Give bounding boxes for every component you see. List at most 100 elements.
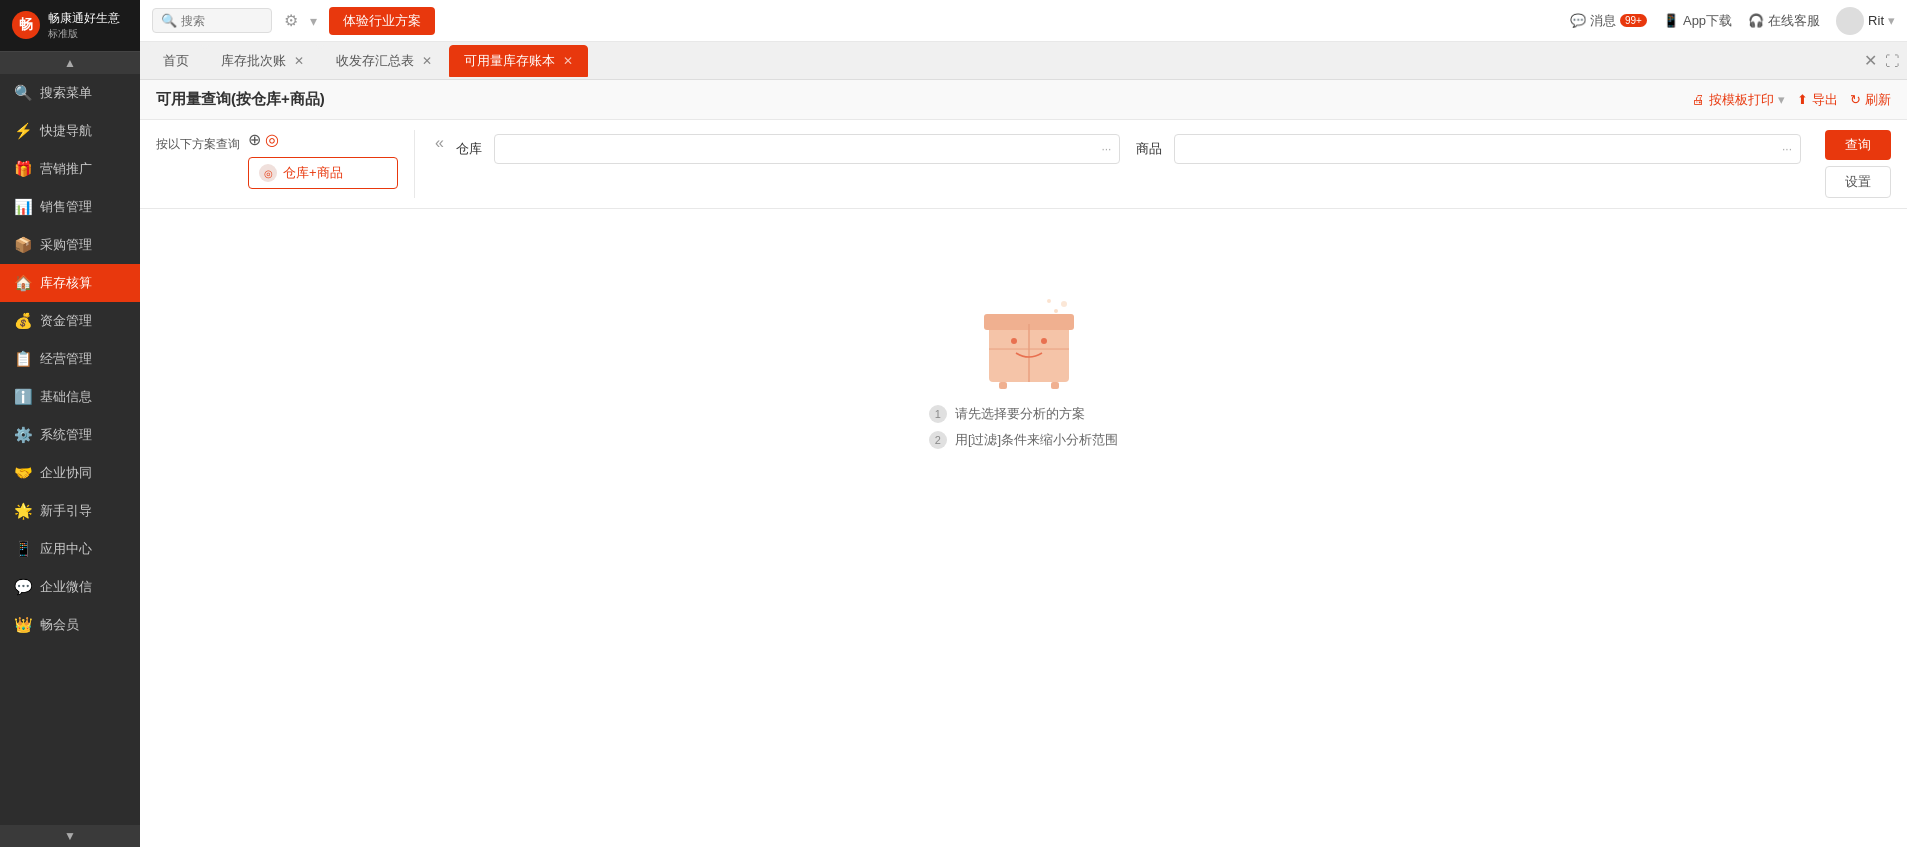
svg-point-8 (1054, 309, 1058, 313)
topbar-gear-icon[interactable]: ⚙ (280, 7, 302, 34)
tabs-actions: ✕ ⛶ (1864, 51, 1899, 70)
scheme-warehouse-goods[interactable]: ◎ 仓库+商品 (248, 157, 398, 189)
sidebar-item-app-center[interactable]: 📱 应用中心 (0, 530, 140, 568)
empty-hints: 1 请先选择要分析的方案 2 用[过滤]条件来缩小分析范围 (929, 405, 1118, 449)
tab-receive-summary-close[interactable]: ✕ (422, 55, 432, 67)
topbar-dropdown-icon[interactable]: ▾ (310, 13, 317, 29)
tab-receive-summary[interactable]: 收发存汇总表 ✕ (321, 45, 447, 77)
scheme-settings-btn[interactable]: ◎ (265, 130, 279, 149)
goods-input[interactable]: ··· (1174, 134, 1801, 164)
sidebar-scroll-up[interactable]: ▲ (0, 52, 140, 74)
page-header: 可用量查询(按仓库+商品) 🖨 按模板打印 ▾ ⬆ 导出 ↻ 刷新 (140, 80, 1907, 120)
sidebar-scroll-down[interactable]: ▼ (0, 825, 140, 847)
user-dropdown-icon: ▾ (1888, 13, 1895, 28)
refresh-icon: ↻ (1850, 92, 1861, 107)
warehouse-more-btn[interactable]: ··· (1101, 142, 1111, 156)
guide-icon: 🌟 (14, 502, 32, 520)
avatar-image (1836, 7, 1864, 35)
sidebar-item-enterprise[interactable]: 🤝 企业协同 (0, 454, 140, 492)
sidebar: 畅 畅康通好生意 标准版 ▲ 🔍 搜索菜单 ⚡ 快捷导航 🎁 营销推广 📊 销售… (0, 0, 140, 847)
svg-point-10 (1047, 299, 1051, 303)
warehouse-label: 仓库 (456, 140, 486, 158)
logo-text: 畅康通好生意 标准版 (48, 10, 120, 41)
member-icon: 👑 (14, 616, 32, 634)
purchase-icon: 📦 (14, 236, 32, 254)
svg-point-9 (1061, 301, 1067, 307)
svg-rect-7 (1051, 382, 1059, 389)
sidebar-item-shortcut[interactable]: ⚡ 快捷导航 (0, 112, 140, 150)
basic-info-icon: ℹ️ (14, 388, 32, 406)
goods-more-btn[interactable]: ··· (1782, 142, 1792, 156)
topbar-search-box[interactable]: 🔍 (152, 8, 272, 33)
filter-divider (414, 130, 415, 198)
filter-fields: 仓库 ··· 商品 ··· (456, 130, 1801, 168)
tabs-bar: 首页 库存批次账 ✕ 收发存汇总表 ✕ 可用量库存账本 ✕ ✕ ⛶ (140, 42, 1907, 80)
tab-expand-icon[interactable]: ⛶ (1885, 53, 1899, 69)
tab-batch-ledger-close[interactable]: ✕ (294, 55, 304, 67)
tab-available-ledger-close[interactable]: ✕ (563, 55, 573, 67)
export-btn[interactable]: ⬆ 导出 (1797, 91, 1838, 109)
printer-icon: 🖨 (1692, 92, 1705, 107)
filter-field-warehouse: 仓库 ··· (456, 134, 1121, 164)
sidebar-item-system[interactable]: ⚙️ 系统管理 (0, 416, 140, 454)
search-menu-icon: 🔍 (14, 84, 32, 102)
wechat-icon: 💬 (14, 578, 32, 596)
enterprise-icon: 🤝 (14, 464, 32, 482)
operations-icon: 📋 (14, 350, 32, 368)
sidebar-item-search[interactable]: 🔍 搜索菜单 (0, 74, 140, 112)
online-service-btn[interactable]: 🎧 在线客服 (1748, 12, 1820, 30)
app-download-btn[interactable]: 📱 App下载 (1663, 12, 1732, 30)
sidebar-item-purchase[interactable]: 📦 采购管理 (0, 226, 140, 264)
topbar: 🔍 ⚙ ▾ 体验行业方案 💬 消息 99+ 📱 App下载 🎧 在线客服 Rit (140, 0, 1907, 42)
topbar-right-actions: 💬 消息 99+ 📱 App下载 🎧 在线客服 Rit ▾ (1570, 7, 1895, 35)
empty-state: 1 请先选择要分析的方案 2 用[过滤]条件来缩小分析范围 (140, 209, 1907, 529)
tab-available-ledger[interactable]: 可用量库存账本 ✕ (449, 45, 588, 77)
empty-icon (974, 289, 1074, 389)
warehouse-input[interactable]: ··· (494, 134, 1121, 164)
sidebar-item-guide[interactable]: 🌟 新手引导 (0, 492, 140, 530)
add-scheme-btn[interactable]: ⊕ (248, 130, 261, 149)
finance-icon: 💰 (14, 312, 32, 330)
message-badge: 99+ (1620, 14, 1647, 27)
search-input[interactable] (181, 14, 261, 28)
empty-hint-1: 1 请先选择要分析的方案 (929, 405, 1118, 423)
export-icon: ⬆ (1797, 92, 1808, 107)
sidebar-item-finance[interactable]: 💰 资金管理 (0, 302, 140, 340)
trial-industry-button[interactable]: 体验行业方案 (329, 7, 435, 35)
settings-button[interactable]: 设置 (1825, 166, 1891, 198)
sales-icon: 📊 (14, 198, 32, 216)
user-avatar[interactable]: Rit ▾ (1836, 7, 1895, 35)
sidebar-logo: 畅 畅康通好生意 标准版 (0, 0, 140, 52)
sidebar-item-sales[interactable]: 📊 销售管理 (0, 188, 140, 226)
sidebar-item-wechat[interactable]: 💬 企业微信 (0, 568, 140, 606)
marketing-icon: 🎁 (14, 160, 32, 178)
tab-home[interactable]: 首页 (148, 45, 204, 77)
app-center-icon: 📱 (14, 540, 32, 558)
service-icon: 🎧 (1748, 13, 1764, 28)
sidebar-item-basic-info[interactable]: ℹ️ 基础信息 (0, 378, 140, 416)
empty-box-svg (974, 289, 1084, 389)
content-area: 可用量查询(按仓库+商品) 🖨 按模板打印 ▾ ⬆ 导出 ↻ 刷新 按以下方案 (140, 80, 1907, 847)
query-button[interactable]: 查询 (1825, 130, 1891, 160)
sidebar-item-operations[interactable]: 📋 经营管理 (0, 340, 140, 378)
tab-close-all-icon[interactable]: ✕ (1864, 51, 1877, 70)
filter-collapse-btn[interactable]: « (431, 130, 448, 156)
page-actions: 🖨 按模板打印 ▾ ⬆ 导出 ↻ 刷新 (1692, 91, 1891, 109)
empty-hint-2: 2 用[过滤]条件来缩小分析范围 (929, 431, 1118, 449)
page-title: 可用量查询(按仓库+商品) (156, 90, 325, 109)
svg-point-4 (1011, 338, 1017, 344)
tab-batch-ledger[interactable]: 库存批次账 ✕ (206, 45, 319, 77)
sidebar-item-inventory[interactable]: 🏠 库存核算 (0, 264, 140, 302)
message-btn[interactable]: 💬 消息 99+ (1570, 12, 1647, 30)
hint-num-1: 1 (929, 405, 947, 423)
filter-schemes-header: ⊕ ◎ (248, 130, 398, 149)
svg-rect-6 (999, 382, 1007, 389)
filter-panel: 按以下方案查询 ⊕ ◎ ◎ 仓库+商品 « 仓库 (140, 120, 1907, 209)
message-icon: 💬 (1570, 13, 1586, 28)
print-template-btn[interactable]: 🖨 按模板打印 ▾ (1692, 91, 1785, 109)
refresh-btn[interactable]: ↻ 刷新 (1850, 91, 1891, 109)
sidebar-item-member[interactable]: 👑 畅会员 (0, 606, 140, 644)
logo-icon: 畅 (12, 11, 40, 39)
print-dropdown-icon: ▾ (1778, 92, 1785, 107)
sidebar-item-marketing[interactable]: 🎁 营销推广 (0, 150, 140, 188)
